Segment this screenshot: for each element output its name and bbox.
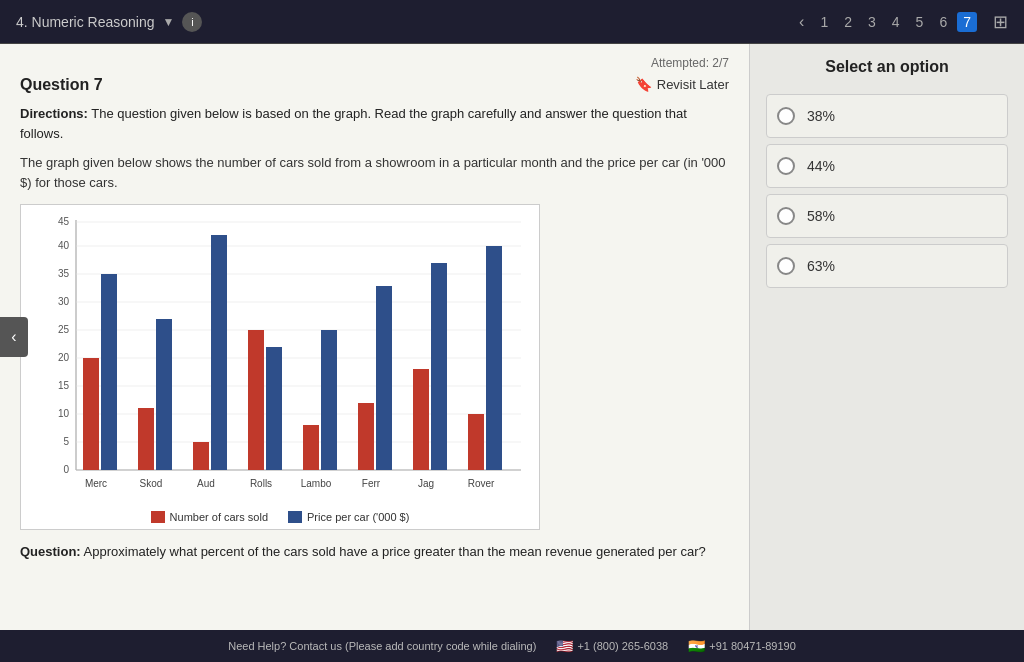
chart-container: 0 5 10 15 20 25 — [20, 204, 540, 530]
dropdown-arrow-icon[interactable]: ▼ — [163, 15, 175, 29]
question-prefix: Question: — [20, 544, 81, 559]
bar-rolls-cars — [248, 330, 264, 470]
svg-text:Aud: Aud — [197, 478, 215, 489]
legend-cars-label: Number of cars sold — [170, 511, 268, 523]
info-icon[interactable]: i — [182, 12, 202, 32]
legend-price-color — [288, 511, 302, 523]
footer-phone1: 🇺🇸 +1 (800) 265-6038 — [556, 638, 668, 654]
legend-price-label: Price per car ('000 $) — [307, 511, 409, 523]
option-44-radio[interactable] — [777, 157, 795, 175]
footer-phone1-number: +1 (800) 265-6038 — [577, 640, 668, 652]
svg-text:Lambo: Lambo — [301, 478, 332, 489]
question-title: Question 7 — [20, 76, 103, 94]
question-text: Question: Approximately what percent of … — [20, 542, 729, 562]
bar-rover-cars — [468, 414, 484, 470]
top-nav: 4. Numeric Reasoning ▼ i ‹ 1 2 3 4 5 6 7… — [0, 0, 1024, 44]
footer-phone2: 🇮🇳 +91 80471-89190 — [688, 638, 796, 654]
main-content: ‹ Attempted: 2/7 Question 7 🔖 Revisit La… — [0, 44, 1024, 630]
bookmark-icon: 🔖 — [635, 76, 652, 92]
svg-text:15: 15 — [58, 380, 70, 391]
bar-rolls-price — [266, 347, 282, 470]
graph-description: The graph given below shows the number o… — [20, 153, 729, 192]
svg-text:Merc: Merc — [85, 478, 107, 489]
directions-text: Directions: The question given below is … — [20, 104, 729, 143]
svg-text:40: 40 — [58, 240, 70, 251]
svg-text:35: 35 — [58, 268, 70, 279]
question-header: Question 7 🔖 Revisit Later — [20, 76, 729, 94]
us-flag-icon: 🇺🇸 — [556, 638, 573, 654]
option-63[interactable]: 63% — [766, 244, 1008, 288]
option-44[interactable]: 44% — [766, 144, 1008, 188]
back-button[interactable]: ‹ — [0, 317, 28, 357]
bottom-bar: Need Help? Contact us (Please add countr… — [0, 630, 1024, 662]
legend-price: Price per car ('000 $) — [288, 511, 409, 523]
bar-skod-cars — [138, 408, 154, 470]
page-3[interactable]: 3 — [862, 12, 882, 32]
svg-text:30: 30 — [58, 296, 70, 307]
svg-text:45: 45 — [58, 216, 70, 227]
revisit-later-button[interactable]: 🔖 Revisit Later — [635, 76, 729, 92]
left-panel: ‹ Attempted: 2/7 Question 7 🔖 Revisit La… — [0, 44, 749, 630]
chart-legend: Number of cars sold Price per car ('000 … — [31, 511, 529, 523]
attempted-label: Attempted: 2/7 — [20, 56, 729, 70]
select-option-title: Select an option — [766, 58, 1008, 76]
back-icon: ‹ — [11, 328, 16, 346]
page-2[interactable]: 2 — [838, 12, 858, 32]
option-58-label: 58% — [807, 208, 835, 224]
page-7[interactable]: 7 — [957, 12, 977, 32]
svg-text:20: 20 — [58, 352, 70, 363]
svg-text:Rover: Rover — [468, 478, 495, 489]
legend-cars: Number of cars sold — [151, 511, 268, 523]
bar-jag-cars — [413, 369, 429, 470]
prev-page-icon[interactable]: ‹ — [793, 11, 810, 33]
svg-text:10: 10 — [58, 408, 70, 419]
option-58-radio[interactable] — [777, 207, 795, 225]
pagination: ‹ 1 2 3 4 5 6 7 ⊞ — [793, 11, 1008, 33]
option-44-label: 44% — [807, 158, 835, 174]
bar-merc-cars — [83, 358, 99, 470]
bar-chart: 0 5 10 15 20 25 — [31, 215, 531, 505]
bar-aud-price — [211, 235, 227, 470]
svg-text:0: 0 — [63, 464, 69, 475]
svg-text:25: 25 — [58, 324, 70, 335]
right-panel: Select an option 38% 44% 58% 63% — [749, 44, 1024, 630]
bar-merc-price — [101, 274, 117, 470]
svg-text:5: 5 — [63, 436, 69, 447]
svg-text:Jag: Jag — [418, 478, 434, 489]
option-63-radio[interactable] — [777, 257, 795, 275]
page-5[interactable]: 5 — [910, 12, 930, 32]
bar-ferr-cars — [358, 403, 374, 470]
question-body: Approximately what percent of the cars s… — [84, 544, 706, 559]
bar-lambo-price — [321, 330, 337, 470]
page-6[interactable]: 6 — [933, 12, 953, 32]
directions-prefix: Directions: — [20, 106, 88, 121]
revisit-label: Revisit Later — [657, 77, 729, 92]
section-title: 4. Numeric Reasoning ▼ i — [16, 12, 202, 32]
svg-text:Rolls: Rolls — [250, 478, 272, 489]
option-38[interactable]: 38% — [766, 94, 1008, 138]
option-63-label: 63% — [807, 258, 835, 274]
bar-ferr-price — [376, 286, 392, 470]
bar-rover-price — [486, 246, 502, 470]
option-58[interactable]: 58% — [766, 194, 1008, 238]
bar-aud-cars — [193, 442, 209, 470]
svg-text:Skod: Skod — [140, 478, 163, 489]
bar-lambo-cars — [303, 425, 319, 470]
page-1[interactable]: 1 — [814, 12, 834, 32]
section-title-text: 4. Numeric Reasoning — [16, 14, 155, 30]
chart-area: 0 5 10 15 20 25 — [31, 215, 531, 505]
footer-phone2-number: +91 80471-89190 — [709, 640, 796, 652]
option-38-label: 38% — [807, 108, 835, 124]
option-38-radio[interactable] — [777, 107, 795, 125]
legend-cars-color — [151, 511, 165, 523]
in-flag-icon: 🇮🇳 — [688, 638, 705, 654]
grid-view-icon[interactable]: ⊞ — [993, 11, 1008, 33]
bar-jag-price — [431, 263, 447, 470]
svg-text:Ferr: Ferr — [362, 478, 381, 489]
page-4[interactable]: 4 — [886, 12, 906, 32]
directions-body: The question given below is based on the… — [20, 106, 687, 141]
footer-help-text: Need Help? Contact us (Please add countr… — [228, 640, 536, 652]
bar-skod-price — [156, 319, 172, 470]
